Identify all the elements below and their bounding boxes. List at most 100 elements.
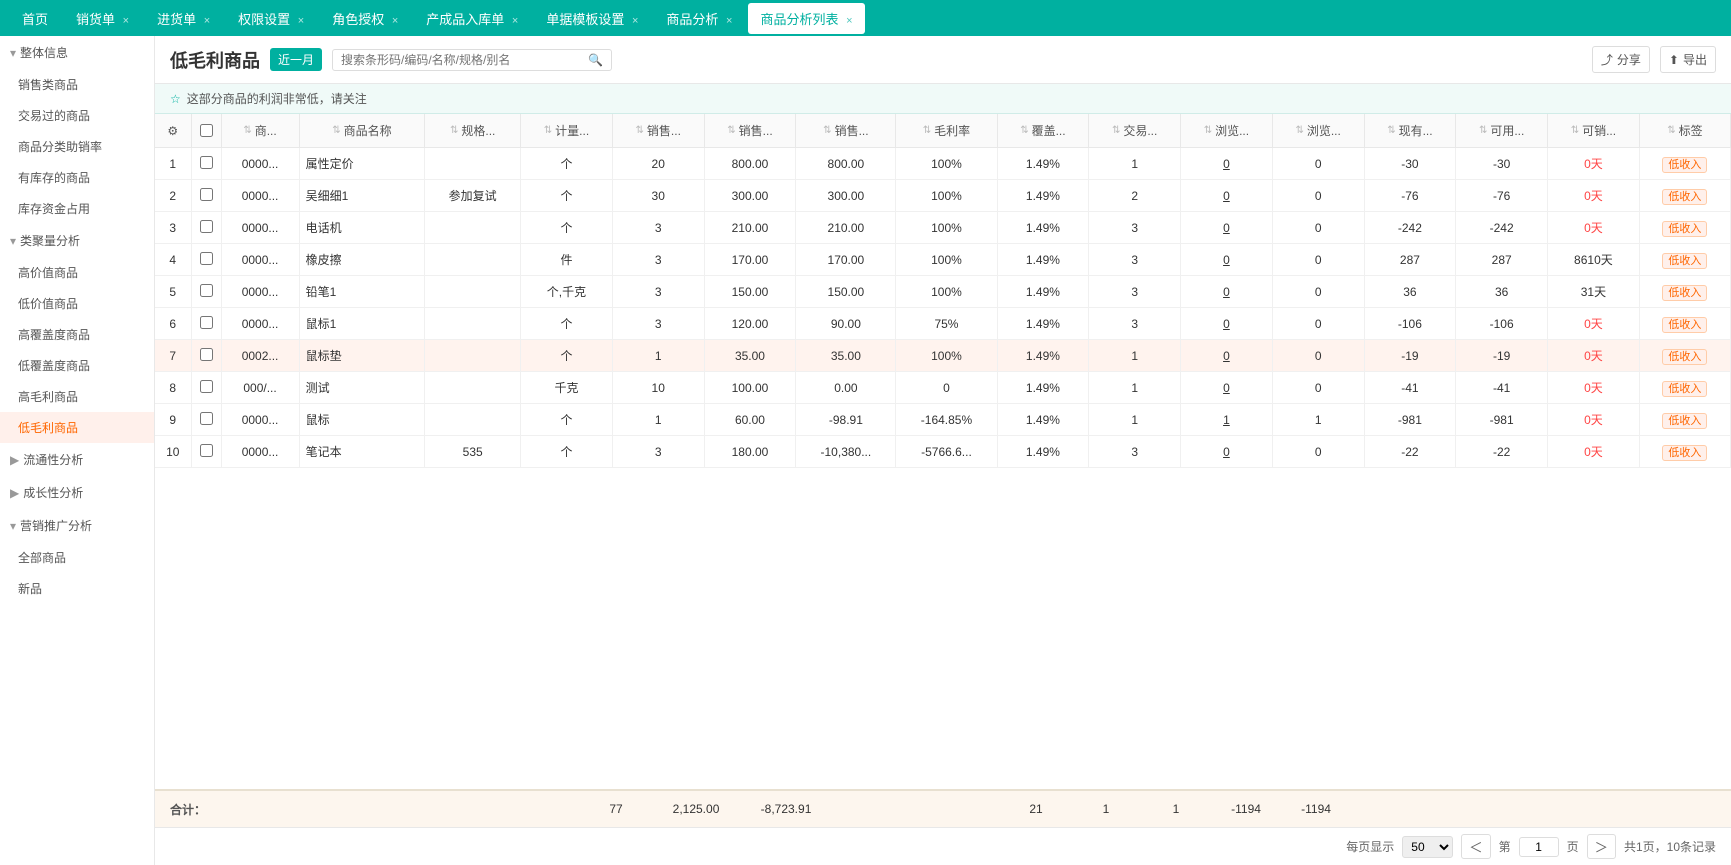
cell-view1-6[interactable]: 0 [1181, 308, 1273, 340]
sort-code-icon[interactable]: ⇅ [243, 125, 251, 136]
sidebar-item-high-margin[interactable]: 高毛利商品 [0, 381, 154, 412]
sort-name-icon[interactable]: ⇅ [332, 125, 340, 136]
select-all-checkbox[interactable] [200, 124, 213, 137]
nav-product-entry[interactable]: 产成品入库单 × [414, 3, 530, 34]
sort-current-stock-icon[interactable]: ⇅ [1387, 125, 1395, 136]
cell-view1-2[interactable]: 0 [1181, 180, 1273, 212]
sidebar-group-circulation[interactable]: ▶ 流通性分析 [0, 443, 154, 476]
filter-recent-month-button[interactable]: 近一月 [270, 48, 322, 71]
prev-page-button[interactable]: ＜ [1461, 834, 1490, 859]
export-button[interactable]: ⬆ 导出 [1660, 46, 1716, 73]
view1-link-6[interactable]: 0 [1223, 317, 1230, 331]
sort-view1-icon[interactable]: ⇅ [1204, 125, 1212, 136]
row-checkbox-4[interactable] [200, 252, 213, 265]
sort-spec-icon[interactable]: ⇅ [450, 125, 458, 136]
cell-checkbox-3[interactable] [191, 212, 221, 244]
sidebar-item-sales-products[interactable]: 销售类商品 [0, 69, 154, 100]
view1-link-9[interactable]: 1 [1223, 413, 1230, 427]
th-sales-amount[interactable]: ⇅销售... [796, 114, 896, 148]
sidebar-item-high-coverage[interactable]: 高覆盖度商品 [0, 319, 154, 350]
sidebar-item-stocked-products[interactable]: 有库存的商品 [0, 162, 154, 193]
view1-link-7[interactable]: 0 [1223, 349, 1230, 363]
sidebar-item-traded-products[interactable]: 交易过的商品 [0, 100, 154, 131]
sort-view2-icon[interactable]: ⇅ [1295, 125, 1303, 136]
sort-available-icon[interactable]: ⇅ [1479, 125, 1487, 136]
sort-trade-icon[interactable]: ⇅ [1112, 125, 1120, 136]
cell-view1-10[interactable]: 0 [1181, 436, 1273, 468]
row-checkbox-7[interactable] [200, 348, 213, 361]
search-input[interactable] [341, 53, 588, 67]
sidebar-item-all-products[interactable]: 全部商品 [0, 542, 154, 573]
th-view1[interactable]: ⇅浏览... [1181, 114, 1273, 148]
sort-coverage-icon[interactable]: ⇅ [1020, 125, 1028, 136]
row-checkbox-1[interactable] [200, 156, 213, 169]
row-checkbox-5[interactable] [200, 284, 213, 297]
next-page-button[interactable]: ＞ [1587, 834, 1616, 859]
row-checkbox-6[interactable] [200, 316, 213, 329]
th-tag[interactable]: ⇅标签 [1639, 114, 1730, 148]
cell-checkbox-1[interactable] [191, 148, 221, 180]
cell-checkbox-9[interactable] [191, 404, 221, 436]
sidebar-group-growth[interactable]: ▶ 成长性分析 [0, 476, 154, 509]
sort-sellable-icon[interactable]: ⇅ [1571, 125, 1579, 136]
nav-role[interactable]: 角色授权 × [320, 3, 410, 34]
close-role-icon[interactable]: × [392, 15, 398, 27]
view1-link-3[interactable]: 0 [1223, 221, 1230, 235]
nav-product-analysis-list[interactable]: 商品分析列表 × [748, 3, 864, 34]
th-view2[interactable]: ⇅浏览... [1272, 114, 1364, 148]
sort-sales-amount-icon[interactable]: ⇅ [823, 125, 831, 136]
th-code[interactable]: ⇅商... [221, 114, 299, 148]
row-checkbox-8[interactable] [200, 380, 213, 393]
th-spec[interactable]: ⇅规格... [425, 114, 521, 148]
sidebar-item-low-coverage[interactable]: 低覆盖度商品 [0, 350, 154, 381]
view1-link-5[interactable]: 0 [1223, 285, 1230, 299]
close-sales-icon[interactable]: × [123, 15, 129, 27]
th-name[interactable]: ⇅商品名称 [299, 114, 425, 148]
th-checkbox[interactable] [191, 114, 221, 148]
cell-checkbox-6[interactable] [191, 308, 221, 340]
th-sales-qty[interactable]: ⇅销售... [612, 114, 704, 148]
th-current-stock[interactable]: ⇅现有... [1364, 114, 1456, 148]
close-analysis-icon[interactable]: × [726, 15, 732, 27]
sidebar-group-overall[interactable]: ▾ 整体信息 [0, 36, 154, 69]
sort-gross-rate-icon[interactable]: ⇅ [923, 125, 931, 136]
cell-checkbox-7[interactable] [191, 340, 221, 372]
cell-view1-8[interactable]: 0 [1181, 372, 1273, 404]
cell-view1-7[interactable]: 0 [1181, 340, 1273, 372]
close-permission-icon[interactable]: × [298, 15, 304, 27]
cell-view1-1[interactable]: 0 [1181, 148, 1273, 180]
sidebar-item-low-margin[interactable]: 低毛利商品 [0, 412, 154, 443]
sidebar-item-low-value[interactable]: 低价值商品 [0, 288, 154, 319]
nav-template[interactable]: 单据模板设置 × [534, 3, 650, 34]
nav-purchase[interactable]: 进货单 × [145, 3, 222, 34]
cell-view1-9[interactable]: 1 [1181, 404, 1273, 436]
th-gross-rate[interactable]: ⇅毛利率 [896, 114, 997, 148]
row-checkbox-2[interactable] [200, 188, 213, 201]
cell-view1-5[interactable]: 0 [1181, 276, 1273, 308]
cell-view1-3[interactable]: 0 [1181, 212, 1273, 244]
th-coverage[interactable]: ⇅覆盖... [997, 114, 1089, 148]
cell-checkbox-10[interactable] [191, 436, 221, 468]
sort-unit-icon[interactable]: ⇅ [544, 125, 552, 136]
view1-link-4[interactable]: 0 [1223, 253, 1230, 267]
th-trade[interactable]: ⇅交易... [1089, 114, 1181, 148]
sidebar-group-marketing[interactable]: ▾ 营销推广分析 [0, 509, 154, 542]
row-checkbox-10[interactable] [200, 444, 213, 457]
th-sellable[interactable]: ⇅可销... [1548, 114, 1640, 148]
sidebar-item-new-products[interactable]: 新品 [0, 573, 154, 604]
sidebar-item-high-value[interactable]: 高价值商品 [0, 257, 154, 288]
view1-link-10[interactable]: 0 [1223, 445, 1230, 459]
sort-tag-icon[interactable]: ⇅ [1667, 125, 1675, 136]
cell-checkbox-2[interactable] [191, 180, 221, 212]
search-icon[interactable]: 🔍 [588, 53, 603, 67]
th-settings[interactable]: ⚙ [155, 114, 191, 148]
th-unit[interactable]: ⇅计量... [521, 114, 613, 148]
nav-permission[interactable]: 权限设置 × [226, 3, 316, 34]
nav-product-analysis[interactable]: 商品分析 × [654, 3, 744, 34]
page-size-select[interactable]: 50 100 200 [1402, 836, 1453, 858]
row-checkbox-9[interactable] [200, 412, 213, 425]
cell-view1-4[interactable]: 0 [1181, 244, 1273, 276]
th-available[interactable]: ⇅可用... [1456, 114, 1548, 148]
sidebar-item-inventory-fund[interactable]: 库存资金占用 [0, 193, 154, 224]
close-product-entry-icon[interactable]: × [512, 15, 518, 27]
